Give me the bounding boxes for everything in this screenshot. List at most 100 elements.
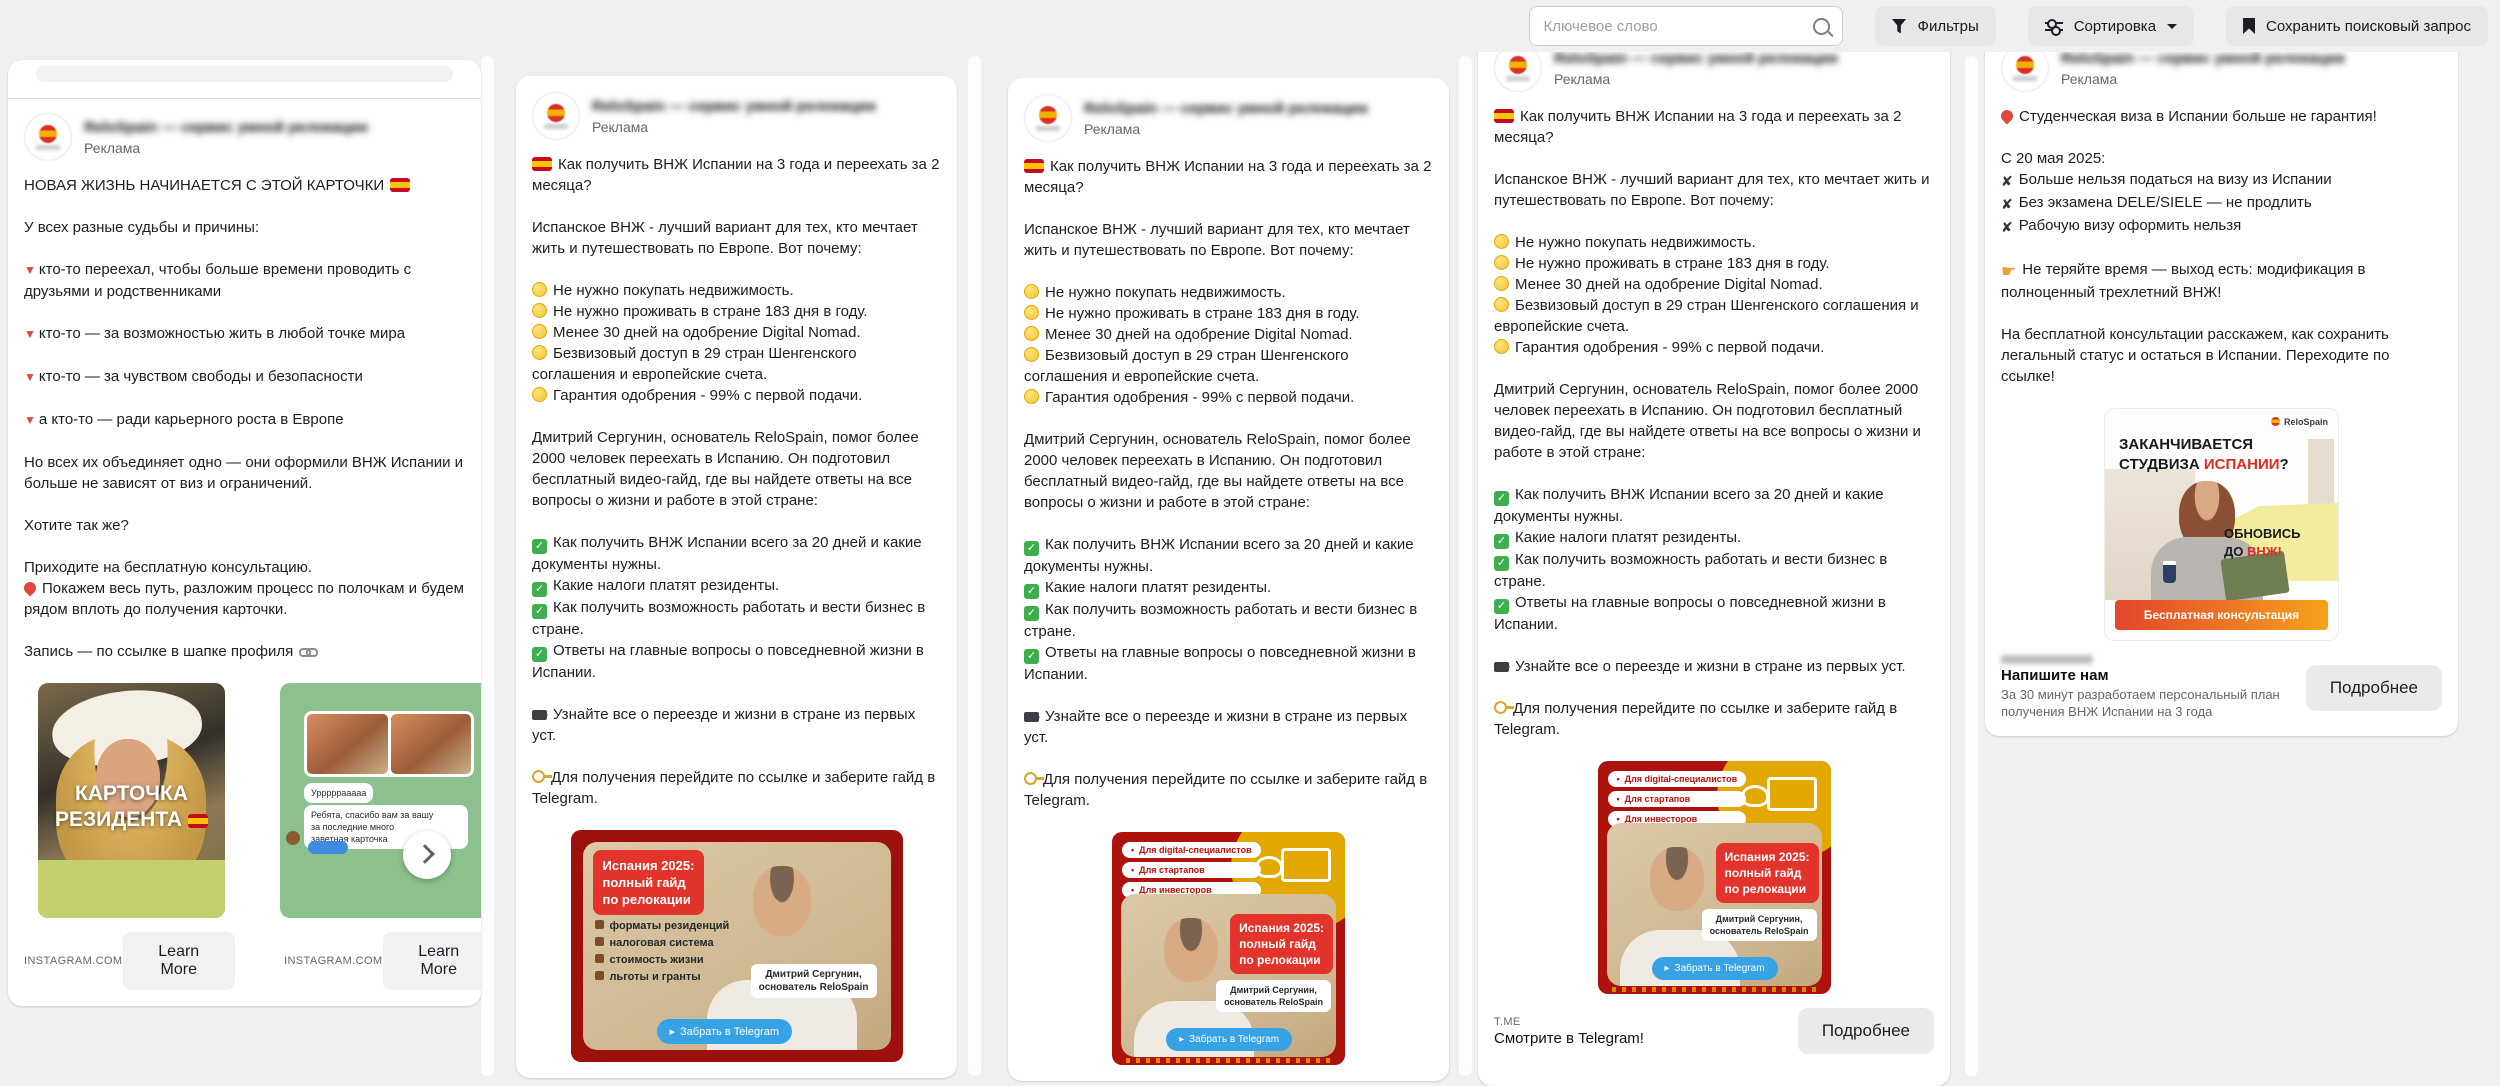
ad-text: Узнайте все о переезде и жизни в стране … — [532, 706, 915, 744]
ad-text-paragraph: На бесплатной консультации расскажем, ка… — [2001, 324, 2442, 387]
search-input[interactable] — [1542, 17, 1813, 36]
ad-text: Не нужно покупать недвижимость. — [1515, 234, 1756, 251]
free-consultation-button[interactable]: Бесплатная консультация — [2115, 600, 2328, 630]
advertiser-avatar[interactable] — [24, 113, 72, 161]
carousel-next-button[interactable] — [403, 831, 451, 879]
name-line: основатель ReloSpain — [1710, 925, 1809, 937]
ad-text: Не нужно покупать недвижимость. — [1045, 284, 1286, 301]
dotted-border-decor — [1612, 987, 1817, 992]
ad-text-line: Узнайте все о переезде и жизни в стране … — [1494, 656, 1934, 677]
badge-line: по релокации — [1725, 881, 1810, 897]
audience-pill: Для digital-специалистов — [1608, 771, 1747, 787]
feature-line: налоговая система — [595, 935, 730, 952]
name-line: Дмитрий Сергунин, — [1710, 913, 1809, 925]
chevron-down-icon — [2167, 24, 2177, 34]
details-button[interactable]: Подробнее — [2306, 665, 2442, 711]
telegram-cta-button[interactable]: Забрать в Telegram — [1166, 1028, 1292, 1051]
ad-image-studviza[interactable]: ReloSpainЗАКАНЧИВАЕТСЯСТУДВИЗА ИСПАНИИ?О… — [2104, 408, 2339, 641]
ad-text: Испанское ВНЖ - лучший вариант для тех, … — [532, 219, 918, 257]
save-search-button[interactable]: Сохранить поисковый запрос — [2226, 6, 2488, 46]
yellow-circle-icon — [1024, 305, 1039, 320]
link-domain: INSTAGRAM.COM — [24, 955, 123, 967]
feature-text: стоимость жизни — [610, 954, 704, 966]
filters-button[interactable]: Фильтры — [1875, 6, 1996, 46]
ad-text-paragraph: Как получить ВНЖ Испании на 3 года и пер… — [1494, 106, 1934, 148]
ad-text-line: Как получить ВНЖ Испании на 3 года и пер… — [1024, 156, 1433, 198]
yellow-circle-icon — [1024, 347, 1039, 362]
ad-image-guide[interactable]: Для digital-специалистовДля стартаповДля… — [1112, 832, 1345, 1065]
ad-text-line: кто-то — за возможностью жить в любой то… — [24, 323, 465, 345]
carousel-item-footer: INSTAGRAM.COMLearn More — [20, 932, 235, 990]
title-line: СТУДВИЗА ИСПАНИИ? — [2119, 455, 2289, 475]
link-title: Напишите нам — [2001, 667, 2296, 684]
red-triangle-icon — [24, 260, 36, 281]
blurred-domain — [2001, 655, 2093, 664]
ad-card: ReloSpain — сервис умной релокацииРеклам… — [8, 60, 481, 1006]
learn-more-button[interactable]: Learn More — [123, 932, 236, 990]
ad-text-line: Не нужно покупать недвижимость. — [532, 280, 941, 301]
feature-text: льготы и гранты — [610, 971, 701, 983]
ad-text-line: Не нужно проживать в стране 183 дня в го… — [1024, 303, 1433, 324]
green-check-icon — [1024, 584, 1039, 599]
footer-info: Напишите намЗа 30 минут разработаем перс… — [2001, 655, 2296, 720]
keyword-search[interactable] — [1529, 6, 1843, 46]
ad-text-line: Но всех их объединяет одно — они оформил… — [24, 452, 465, 494]
telegram-cta-button[interactable]: Забрать в Telegram — [1652, 957, 1778, 980]
column-scrollbar[interactable] — [1459, 56, 1472, 1076]
sort-button[interactable]: Сортировка — [2028, 6, 2194, 46]
advertiser-name[interactable]: ReloSpain — сервис умной релокации — [592, 98, 876, 116]
ad-card-header: ReloSpain — сервис умной релокацииРеклам… — [532, 92, 941, 140]
ad-text-line: Менее 30 дней на одобрение Digital Nomad… — [532, 322, 941, 343]
column-scrollbar[interactable] — [968, 56, 981, 1076]
badge-line: Испания 2025: — [1725, 849, 1810, 865]
column-scrollbar[interactable] — [1965, 56, 1978, 1076]
man-head-shape — [1164, 918, 1218, 982]
sort-label: Сортировка — [2074, 18, 2156, 35]
ad-text-line: НОВАЯ ЖИЗНЬ НАЧИНАЕТСЯ С ЭТОЙ КАРТОЧКИ — [24, 175, 465, 196]
ad-text: Какие налоги платят резиденты. — [1515, 529, 1741, 546]
chat-line: Ребята, спасибо вам за вашу — [311, 809, 461, 821]
ad-text-line: Как получить возможность работать и вест… — [532, 597, 941, 640]
advertiser-name[interactable]: ReloSpain — сервис умной релокации — [1084, 100, 1368, 118]
ad-text: Без экзамена DELE/SIELE — не продлить — [2019, 194, 2312, 211]
ad-text: Испанское ВНЖ - лучший вариант для тех, … — [1494, 171, 1930, 209]
learn-more-button[interactable]: Learn More — [383, 932, 482, 990]
yellow-circle-icon — [532, 282, 547, 297]
ad-image-resident-card[interactable]: КАРТОЧКАРЕЗИДЕНТА — [38, 683, 225, 918]
ad-card: ReloSpain — сервис умной релокацииРеклам… — [1478, 28, 1950, 1086]
name-line: Дмитрий Сергунин, — [759, 968, 869, 981]
details-button[interactable]: Подробнее — [1798, 1008, 1934, 1054]
green-check-icon — [1024, 606, 1039, 621]
advertiser-avatar[interactable] — [532, 92, 580, 140]
yellow-circle-icon — [1494, 234, 1509, 249]
ad-text: Но всех их объединяет одно — они оформил… — [24, 454, 463, 492]
ad-image-guide[interactable]: Испания 2025:полный гайдпо релокацииформ… — [571, 830, 903, 1062]
advertiser-avatar[interactable] — [1024, 94, 1072, 142]
feature-icon — [595, 971, 604, 980]
ad-text: Не нужно проживать в стране 183 дня в го… — [553, 303, 868, 320]
feature-line: форматы резиденций — [595, 918, 730, 935]
advertiser-name[interactable]: ReloSpain — сервис умной релокации — [1554, 50, 1838, 68]
telegram-cta-button[interactable]: Забрать в Telegram — [657, 1019, 793, 1044]
relospain-logo: ReloSpain — [2271, 417, 2328, 427]
ad-text: Безвизовый доступ в 29 стран Шенгенского… — [1024, 347, 1349, 385]
ad-text: Менее 30 дней на одобрение Digital Nomad… — [1045, 326, 1353, 343]
advertiser-name[interactable]: ReloSpain — сервис умной релокации — [2061, 50, 2345, 68]
link-domain: T.ME — [1494, 1016, 1644, 1028]
ad-text: С 20 мая 2025: — [2001, 150, 2105, 167]
green-check-icon — [1024, 541, 1039, 556]
ad-text: Ответы на главные вопросы о повседневной… — [1494, 594, 1886, 633]
pin-icon — [22, 580, 39, 597]
chat-avatar — [286, 831, 300, 845]
ad-text-line: У всех разные судьбы и причины: — [24, 217, 465, 238]
ad-text-paragraph: Не нужно покупать недвижимость.Не нужно … — [1494, 232, 1934, 358]
chevron-right-icon — [415, 844, 435, 864]
spain-flag-icon — [390, 178, 410, 192]
column-scrollbar[interactable] — [481, 56, 494, 1076]
chat-photos — [304, 711, 474, 777]
advertiser-name[interactable]: ReloSpain — сервис умной релокации — [84, 119, 368, 137]
ad-image-chat-review[interactable]: УррррраааааРебята, спасибо вам за вашуза… — [280, 683, 481, 918]
overlay-line-text: РЕЗИДЕНТА — [55, 808, 182, 831]
ad-image-guide[interactable]: Для digital-специалистовДля стартаповДля… — [1598, 761, 1831, 994]
ad-text-paragraph: Как получить ВНЖ Испании на 3 года и пер… — [1024, 156, 1433, 198]
